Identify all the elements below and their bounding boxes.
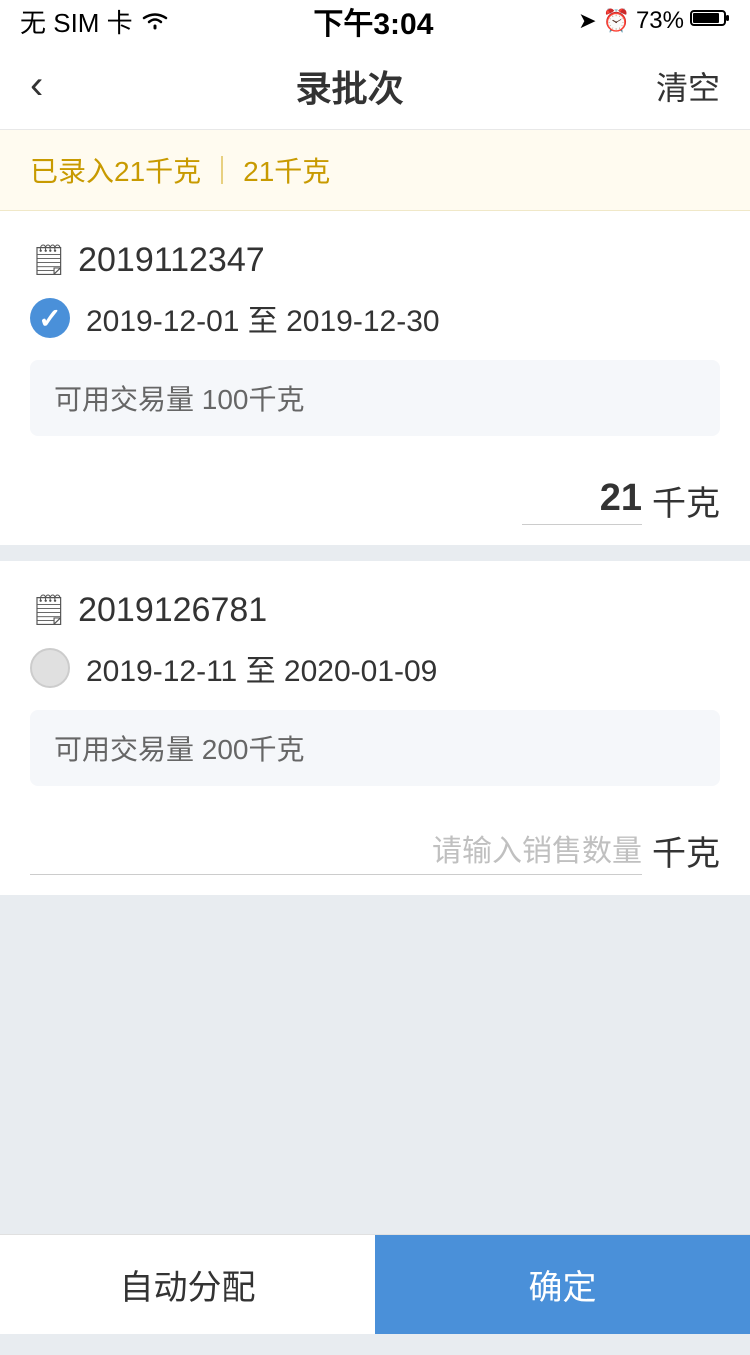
wifi-icon [141, 6, 169, 37]
quantity-unit-2: 千克 [652, 826, 720, 875]
quantity-row-1: 21 千克 [0, 456, 750, 545]
batch-id-2: 2019126781 [78, 591, 267, 630]
batch-date-row-1[interactable]: ✓ 2019-12-01 至 2019-12-30 [30, 296, 720, 340]
battery-icon [690, 7, 730, 35]
batch-id-row-1: 🗒 2019112347 [30, 241, 720, 280]
status-time: 下午3:04 [313, 0, 433, 43]
batch-card-2: 🗒 2019126781 2019-12-11 至 2020-01-09 可用交… [0, 561, 750, 895]
batch-id-row-2: 🗒 2019126781 [30, 591, 720, 630]
status-bar: 无 SIM 卡 下午3:04 ➤ ⏰ 73% [0, 0, 750, 42]
batch-radio-2[interactable] [30, 648, 70, 688]
summary-value: 21千克 [243, 150, 330, 190]
alarm-icon: ⏰ [603, 8, 630, 34]
batch-radio-1[interactable]: ✓ [30, 298, 70, 338]
batch-card-1: 🗒 2019112347 ✓ 2019-12-01 至 2019-12-30 可… [0, 211, 750, 545]
status-right: ➤ ⏰ 73% [578, 7, 730, 35]
quantity-input-2[interactable]: 请输入销售数量 [30, 826, 642, 875]
location-icon: ➤ [578, 8, 596, 34]
batch-date-2: 2019-12-11 至 2020-01-09 [86, 646, 437, 690]
confirm-button[interactable]: 确定 [375, 1235, 750, 1334]
document-icon-1: 🗒 [30, 243, 68, 278]
quantity-value-1: 21 [600, 477, 642, 520]
bottom-bar: 自动分配 确定 [0, 1234, 750, 1334]
battery-label: 73% [636, 7, 684, 35]
quantity-input-1[interactable]: 21 [522, 477, 642, 525]
summary-label: 已录入21千克 [30, 150, 201, 190]
batch-available-2: 可用交易量 200千克 [30, 710, 720, 786]
batch-date-1: 2019-12-01 至 2019-12-30 [86, 296, 440, 340]
status-left: 无 SIM 卡 [20, 3, 169, 40]
batch-date-row-2[interactable]: 2019-12-11 至 2020-01-09 [30, 646, 720, 690]
batch-id-1: 2019112347 [78, 241, 265, 280]
auto-distribute-button[interactable]: 自动分配 [0, 1235, 375, 1334]
clear-button[interactable]: 清空 [656, 63, 720, 109]
page-title: 录批次 [296, 60, 404, 112]
nav-bar: ‹ 录批次 清空 [0, 42, 750, 130]
batch-available-1: 可用交易量 100千克 [30, 360, 720, 436]
summary-divider [221, 156, 223, 184]
quantity-placeholder-2: 请输入销售数量 [432, 826, 642, 870]
carrier-label: 无 SIM 卡 [20, 3, 133, 40]
summary-bar: 已录入21千克 21千克 [0, 130, 750, 211]
document-icon-2: 🗒 [30, 593, 68, 628]
back-button[interactable]: ‹ [30, 63, 43, 108]
quantity-unit-1: 千克 [652, 476, 720, 525]
checkmark-icon-1: ✓ [38, 302, 61, 335]
quantity-row-2: 请输入销售数量 千克 [0, 806, 750, 895]
section-divider [0, 545, 750, 561]
